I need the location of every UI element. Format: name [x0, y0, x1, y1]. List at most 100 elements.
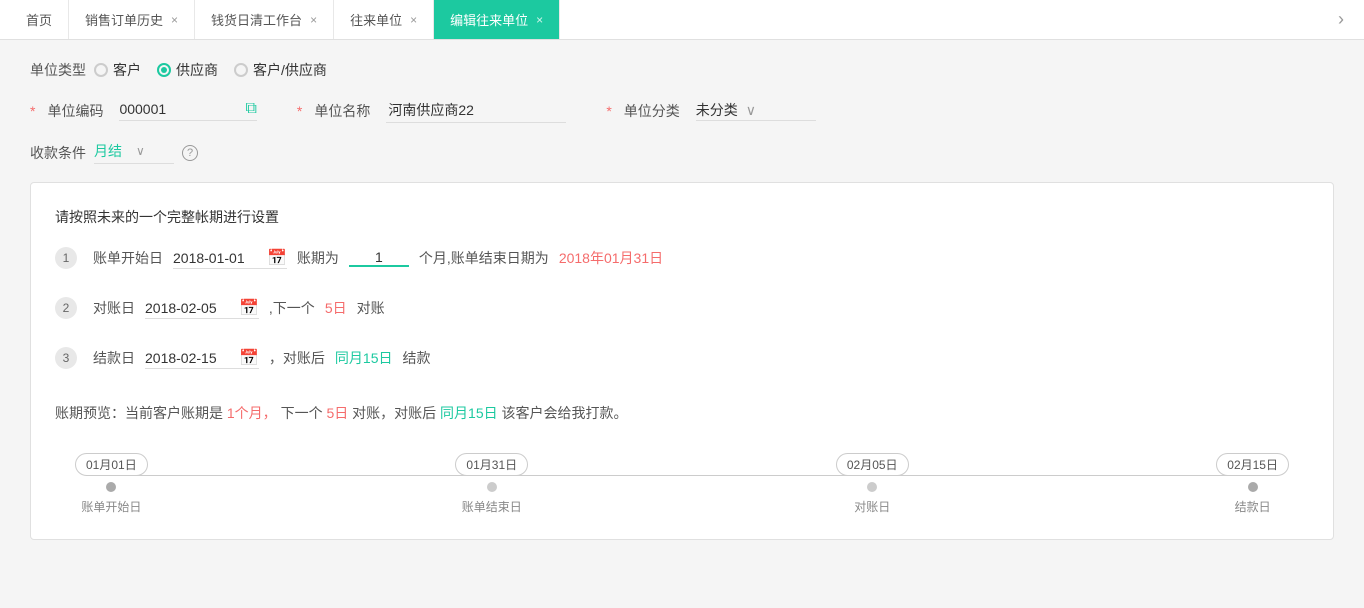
close-icon[interactable]: ×: [410, 13, 417, 27]
timeline-node-4: 02月15日 结款日: [1216, 453, 1289, 515]
radio-supplier[interactable]: 供应商: [157, 60, 218, 80]
copy-icon[interactable]: ⧉: [245, 100, 256, 118]
timeline-container: 01月01日 账单开始日 01月31日 账单结束日 02月05日 对账日: [55, 453, 1309, 515]
tabs-bar: 首页 销售订单历史 × 钱货日清工作台 × 往来单位 × 编辑往来单位 × ›: [0, 0, 1364, 40]
step-content-3: 结款日 📅 ，对账后 同月15日 结款: [93, 348, 431, 369]
calendar-icon-3[interactable]: 📅: [239, 348, 259, 368]
timeline-date-4: 02月15日: [1216, 453, 1289, 476]
payment-terms-row: 收款条件 月结 ∨ ?: [30, 141, 1334, 164]
step-label-3: 结款日: [93, 348, 135, 368]
tab-sales-order-history[interactable]: 销售订单历史 ×: [69, 0, 195, 39]
tab-edit-label: 编辑往来单位: [450, 10, 528, 29]
tab-expand-button[interactable]: ›: [1328, 9, 1354, 30]
timeline-date-3: 02月05日: [836, 453, 909, 476]
radio-customer-supplier[interactable]: 客户/供应商: [234, 60, 327, 80]
unit-name-label: 单位名称: [314, 101, 370, 121]
date-input-1: 📅: [173, 248, 287, 269]
preview-suffix: 该客户会给我打款。: [502, 405, 628, 421]
radio-customer-supplier-label: 客户/供应商: [253, 60, 327, 80]
preview-highlight2: 5日: [326, 405, 348, 421]
tab-home-label: 首页: [26, 10, 52, 29]
step-label-2: 对账日: [93, 298, 135, 318]
unit-type-label: 单位类型: [30, 60, 86, 80]
timeline-label-1: 账单开始日: [81, 498, 141, 515]
tab-home[interactable]: 首页: [10, 0, 69, 39]
radio-supplier-label: 供应商: [176, 60, 218, 80]
period-settings-panel: 请按照未来的一个完整帐期进行设置 1 账单开始日 📅 账期为 个月,账单结束日期…: [30, 182, 1334, 540]
timeline-dot-2: [487, 482, 497, 492]
unit-class-value: 未分类: [696, 100, 738, 120]
tab-edit-partner-unit[interactable]: 编辑往来单位 ×: [434, 0, 560, 39]
step3-suffix: 结款: [403, 348, 431, 368]
timeline-label-4: 结款日: [1235, 498, 1271, 515]
step2-prefix: ,下一个: [269, 298, 315, 318]
preview-section: 账期预览：当前客户账期是 1个月， 下一个 5日 对账，对账后 同月15日 该客…: [55, 389, 1309, 423]
timeline-dot-3: [867, 482, 877, 492]
timeline-dot-1: [106, 482, 116, 492]
period-prefix: 账期为: [297, 248, 339, 268]
panel-title: 请按照未来的一个完整帐期进行设置: [55, 207, 1309, 227]
preview-middle2: 对账，对账后: [352, 405, 436, 421]
radio-customer[interactable]: 客户: [94, 60, 141, 80]
period-input[interactable]: [349, 249, 409, 267]
unit-info-row: * 单位编码 ⧉ * 单位名称 * 单位分类 未分类 ∨: [30, 98, 1334, 123]
preview-middle: 下一个: [281, 405, 323, 421]
radio-customer-label: 客户: [113, 60, 141, 80]
period-end-date: 2018年01月31日: [559, 248, 663, 268]
close-icon[interactable]: ×: [536, 13, 543, 27]
timeline-node-1: 01月01日 账单开始日: [75, 453, 148, 515]
payment-terms-chevron-icon: ∨: [136, 144, 174, 158]
step-content-2: 对账日 📅 ,下一个 5日 对账: [93, 298, 385, 319]
date-input-3: 📅: [145, 348, 259, 369]
calendar-icon-2[interactable]: 📅: [239, 298, 259, 318]
step-content-1: 账单开始日 📅 账期为 个月,账单结束日期为 2018年01月31日: [93, 248, 663, 269]
calendar-icon-1[interactable]: 📅: [267, 248, 287, 268]
close-icon[interactable]: ×: [171, 13, 178, 27]
help-icon[interactable]: ?: [182, 145, 198, 161]
preview-highlight1: 1个月，: [227, 405, 277, 421]
timeline-date-1: 01月01日: [75, 453, 148, 476]
unit-type-radio-group: 客户 供应商 客户/供应商: [94, 60, 327, 80]
timeline-label-2: 账单结束日: [462, 498, 522, 515]
payment-terms-label: 收款条件: [30, 143, 86, 163]
radio-supplier-circle: [157, 63, 171, 77]
radio-customer-circle: [94, 63, 108, 77]
step2-suffix: 对账: [357, 298, 385, 318]
tab-partner-units[interactable]: 往来单位 ×: [334, 0, 434, 39]
unit-name-input[interactable]: [386, 98, 566, 123]
unit-code-input[interactable]: [119, 101, 239, 117]
step-label-1: 账单开始日: [93, 248, 163, 268]
timeline-date-2: 01月31日: [455, 453, 528, 476]
unit-name-star: *: [297, 103, 302, 119]
step3-prefix: ，对账后: [269, 348, 325, 368]
unit-class-star: *: [606, 103, 611, 119]
period-unit-text: 个月,账单结束日期为: [419, 248, 549, 268]
close-icon[interactable]: ×: [310, 13, 317, 27]
tab-cash-ledger[interactable]: 钱货日清工作台 ×: [195, 0, 334, 39]
payment-terms-dropdown[interactable]: 月结 ∨: [94, 141, 174, 164]
main-content: 单位类型 客户 供应商 客户/供应商 * 单位编码 ⧉: [0, 40, 1364, 608]
unit-code-label: 单位编码: [47, 101, 103, 121]
unit-type-row: 单位类型 客户 供应商 客户/供应商: [30, 60, 1334, 80]
step3-highlight: 同月15日: [335, 348, 393, 368]
unit-class-dropdown[interactable]: 未分类 ∨: [696, 100, 816, 121]
step-num-3: 3: [55, 347, 77, 369]
unit-code-input-wrap: ⧉: [119, 100, 256, 121]
step-row-1: 1 账单开始日 📅 账期为 个月,账单结束日期为 2018年01月31日: [55, 247, 1309, 269]
tab-cash-label: 钱货日清工作台: [211, 10, 302, 29]
timeline-dot-4: [1248, 482, 1258, 492]
tab-sales-label: 销售订单历史: [85, 10, 163, 29]
step2-highlight: 5日: [325, 298, 347, 318]
date-field-3[interactable]: [145, 350, 235, 366]
date-input-2: 📅: [145, 298, 259, 319]
date-field-2[interactable]: [145, 300, 235, 316]
unit-class-label: 单位分类: [624, 101, 680, 121]
preview-highlight3: 同月15日: [440, 405, 498, 421]
timeline-node-3: 02月05日 对账日: [836, 453, 909, 515]
preview-prefix: 账期预览：当前客户账期是: [55, 405, 223, 421]
date-field-1[interactable]: [173, 250, 263, 266]
unit-code-star: *: [30, 103, 35, 119]
step-row-2: 2 对账日 📅 ,下一个 5日 对账: [55, 297, 1309, 319]
radio-customer-supplier-circle: [234, 63, 248, 77]
timeline: 01月01日 账单开始日 01月31日 账单结束日 02月05日 对账日: [75, 453, 1289, 515]
